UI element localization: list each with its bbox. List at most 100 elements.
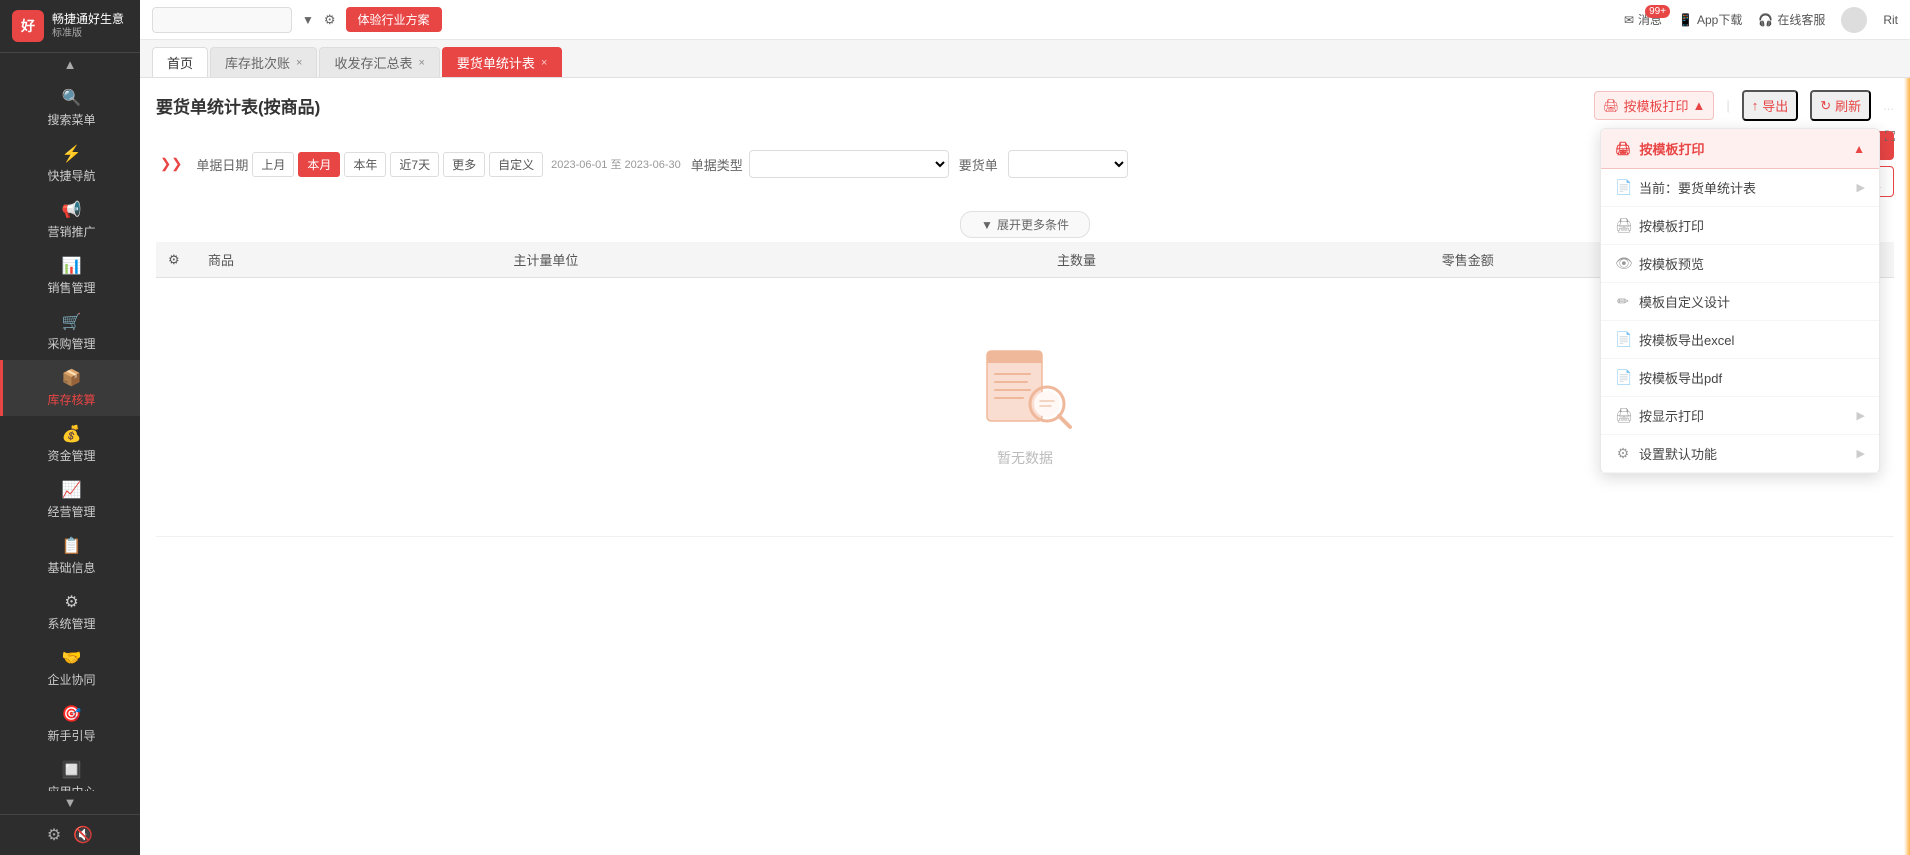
- tab-close-receipt-summary[interactable]: ×: [418, 57, 424, 69]
- export-icon: ↑: [1752, 98, 1759, 113]
- order-goods-select[interactable]: [1008, 150, 1128, 178]
- date-filter: 单据日期 上月 本月 本年 近7天 更多 自定义 2023-06-01 至 20…: [196, 152, 680, 177]
- export-pdf-icon: 📄: [1615, 369, 1631, 386]
- dropdown-current-template[interactable]: 📄 当前：要货单统计表 ▶: [1601, 169, 1879, 207]
- sidebar-item-guide[interactable]: 🎯 新手引导: [0, 696, 140, 752]
- guide-icon: 🎯: [62, 704, 82, 724]
- tab-close-order-stats[interactable]: ×: [541, 57, 547, 69]
- print-dropdown-header[interactable]: 🖨 按模板打印 ▲: [1601, 129, 1879, 169]
- sidebar-item-inventory[interactable]: 📦 库存核算: [0, 360, 140, 416]
- quick-nav-icon: ⚡: [62, 144, 82, 164]
- apps-icon: 🔲: [62, 760, 82, 780]
- print-icon: 🖨: [1603, 98, 1620, 114]
- date-last-7-days-button[interactable]: 近7天: [390, 152, 439, 177]
- date-current-year-button[interactable]: 本年: [344, 152, 386, 177]
- col-quantity: 主数量: [1045, 242, 1430, 278]
- page-header: 要货单统计表(按商品) 🖨 按模板打印 ▲ | ↑ 导出 ↻ 刷新 ...: [140, 78, 1910, 121]
- topbar-right: ✉ 消息 99+ 📱 App下载 🎧 在线客服 Rit: [1624, 7, 1898, 33]
- expand-more-icon: ▼: [981, 218, 993, 232]
- filter-expand-icon-button[interactable]: ❯❯: [156, 152, 186, 176]
- date-current-month-button[interactable]: 本月: [298, 152, 340, 177]
- sidebar-item-operation[interactable]: 📈 经营管理: [0, 472, 140, 528]
- app-logo-icon: 好: [12, 10, 44, 42]
- template-preview-icon: 👁: [1615, 255, 1631, 272]
- dropdown-template-custom[interactable]: ✏ 模板自定义设计: [1601, 283, 1879, 321]
- tab-receipt-summary[interactable]: 收发存汇总表 ×: [319, 47, 439, 77]
- dropdown-export-pdf[interactable]: 📄 按模板导出pdf: [1601, 359, 1879, 397]
- date-prev-month-button[interactable]: 上月: [252, 152, 294, 177]
- sales-icon: 📊: [62, 256, 82, 276]
- dropdown-display-print[interactable]: 🖨 按显示打印 ▶: [1601, 397, 1879, 435]
- current-template-arrow: ▶: [1857, 181, 1865, 194]
- sidebar-scroll-up[interactable]: ▲: [0, 53, 140, 76]
- bill-type-select[interactable]: [749, 150, 949, 178]
- sidebar-item-quick-nav[interactable]: ⚡ 快捷导航: [0, 136, 140, 192]
- sidebar: 好 畅捷通好生意 标准版 ▲ 🔍 搜索菜单 ⚡ 快捷导航 📢 营销推广 📊 销售…: [0, 0, 140, 855]
- marketing-icon: 📢: [62, 200, 82, 220]
- messages-button[interactable]: ✉ 消息 99+: [1624, 11, 1662, 28]
- export-button[interactable]: ↑ 导出: [1742, 90, 1799, 121]
- template-custom-icon: ✏: [1615, 293, 1631, 310]
- sidebar-scroll-down[interactable]: ▼: [0, 791, 140, 814]
- col-settings[interactable]: ⚙: [156, 242, 196, 278]
- sidebar-item-system[interactable]: ⚙ 系统管理: [0, 584, 140, 640]
- empty-state-icon: [975, 346, 1075, 436]
- username-label: Rit: [1883, 13, 1898, 27]
- sidebar-item-sales[interactable]: 📊 销售管理: [0, 248, 140, 304]
- dropdown-template-print[interactable]: 🖨 按模板打印: [1601, 207, 1879, 245]
- set-default-icon: ⚙: [1615, 445, 1631, 462]
- col-product: 商品: [196, 242, 501, 278]
- sidebar-logo: 好 畅捷通好生意 标准版: [0, 0, 140, 53]
- topbar: ▼ ⚙ 体验行业方案 ✉ 消息 99+ 📱 App下载 🎧 在线客服 Rit: [140, 0, 1910, 40]
- tab-inventory-batch[interactable]: 库存批次账 ×: [210, 47, 317, 77]
- template-print-icon: 🖨: [1615, 217, 1631, 234]
- sidebar-item-search[interactable]: 🔍 搜索菜单: [0, 80, 140, 136]
- window-maximize-button[interactable]: ⛶: [1878, 124, 1902, 148]
- tab-home[interactable]: 首页: [152, 47, 208, 77]
- date-more-button[interactable]: 更多: [443, 152, 485, 177]
- resize-handle[interactable]: [1904, 78, 1910, 855]
- mute-footer-icon[interactable]: 🔇: [73, 825, 93, 845]
- sidebar-footer: ⚙ 🔇: [0, 814, 140, 855]
- topbar-gear-icon[interactable]: ⚙: [324, 12, 336, 28]
- date-range-display: 2023-06-01 至 2023-06-30: [551, 156, 681, 172]
- print-dropdown-collapse-arrow[interactable]: ▲: [1853, 142, 1865, 156]
- basic-icon: 📋: [62, 536, 82, 556]
- tab-order-stats[interactable]: 要货单统计表 ×: [442, 47, 562, 77]
- app-logo-text: 畅捷通好生意 标准版: [52, 12, 124, 41]
- display-print-icon: 🖨: [1615, 407, 1631, 424]
- expand-more-conditions-button[interactable]: ▼ 展开更多条件: [960, 211, 1090, 238]
- app-download-button[interactable]: 📱 App下载: [1678, 11, 1742, 28]
- topbar-search-input[interactable]: [152, 7, 292, 33]
- online-service-button[interactable]: 🎧 在线客服: [1758, 11, 1825, 28]
- print-template-button[interactable]: 🖨 按模板打印 ▲: [1594, 91, 1714, 120]
- page-content: 要货单统计表(按商品) 🖨 按模板打印 ▲ | ↑ 导出 ↻ 刷新 ...: [140, 78, 1910, 855]
- page-title: 要货单统计表(按商品): [156, 93, 320, 118]
- user-avatar[interactable]: [1841, 7, 1867, 33]
- topbar-dropdown-arrow[interactable]: ▼: [302, 13, 314, 27]
- date-custom-button[interactable]: 自定义: [489, 152, 543, 177]
- trial-industry-button[interactable]: 体验行业方案: [346, 7, 442, 32]
- sidebar-item-purchase[interactable]: 🛒 采购管理: [0, 304, 140, 360]
- dropdown-set-default[interactable]: ⚙ 设置默认功能 ▶: [1601, 435, 1879, 473]
- export-excel-icon: 📄: [1615, 331, 1631, 348]
- print-dropdown-header-icon: 🖨: [1615, 141, 1632, 157]
- empty-text: 暂无数据: [997, 448, 1053, 468]
- settings-footer-icon[interactable]: ⚙: [47, 825, 61, 845]
- sidebar-item-finance[interactable]: 💰 资金管理: [0, 416, 140, 472]
- tabbar: 首页 库存批次账 × 收发存汇总表 × 要货单统计表 ×: [140, 40, 1910, 78]
- bill-type-filter: 单据类型: [691, 150, 949, 178]
- sidebar-item-marketing[interactable]: 📢 营销推广: [0, 192, 140, 248]
- dropdown-template-preview[interactable]: 👁 按模板预览: [1601, 245, 1879, 283]
- inventory-icon: 📦: [62, 368, 82, 388]
- sidebar-item-enterprise[interactable]: 🤝 企业协同: [0, 640, 140, 696]
- dropdown-export-excel[interactable]: 📄 按模板导出excel: [1601, 321, 1879, 359]
- sidebar-item-apps[interactable]: 🔲 应用中心: [0, 752, 140, 791]
- print-dropdown-panel: 🖨 按模板打印 ▲ 📄 当前：要货单统计表 ▶ 🖨 按模板打印 👁: [1600, 128, 1880, 474]
- service-icon: 🎧: [1758, 13, 1773, 27]
- current-template-icon: 📄: [1615, 179, 1631, 196]
- messages-badge: 99+: [1645, 5, 1670, 18]
- tab-close-inventory-batch[interactable]: ×: [296, 57, 302, 69]
- enterprise-icon: 🤝: [62, 648, 82, 668]
- sidebar-item-basic[interactable]: 📋 基础信息: [0, 528, 140, 584]
